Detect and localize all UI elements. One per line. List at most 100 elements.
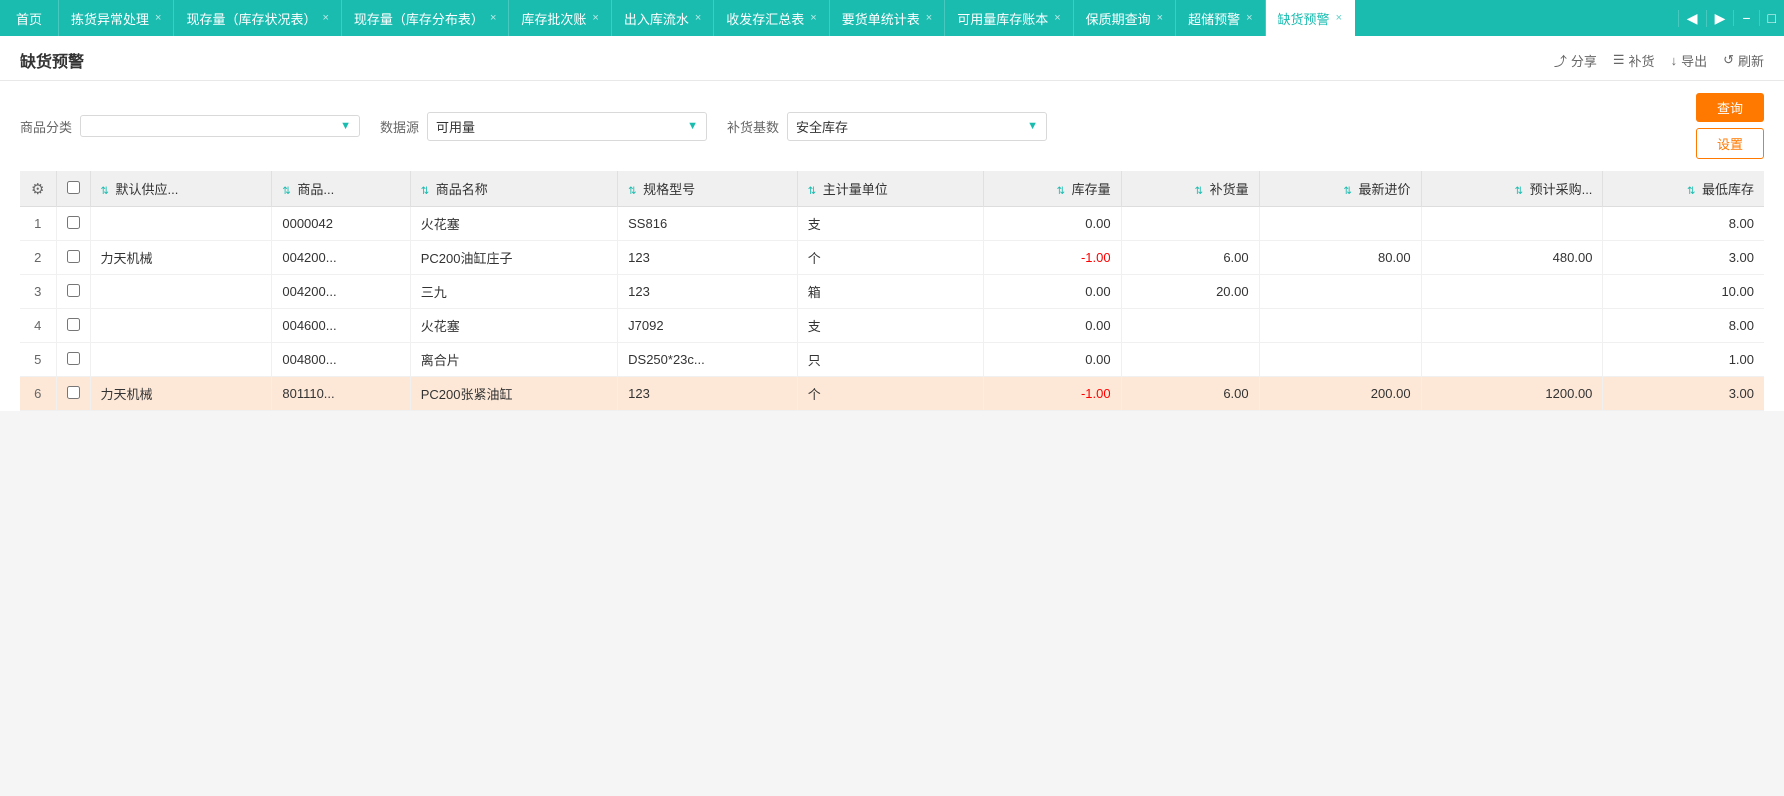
share-label: 分享 bbox=[1571, 51, 1597, 70]
nav-tab-tab-abnormal[interactable]: 拣货异常处理× bbox=[59, 0, 174, 36]
row-checkbox[interactable] bbox=[67, 216, 80, 229]
replenish-base-select[interactable]: 安全库存 ▼ bbox=[787, 112, 1047, 141]
close-tab-btn[interactable]: × bbox=[810, 12, 816, 24]
nav-tab-tab-overstock[interactable]: 超储预警× bbox=[1176, 0, 1265, 36]
latest-price-sort-icon: ⇅ bbox=[1344, 186, 1352, 197]
name-sort-icon: ⇅ bbox=[421, 186, 429, 197]
row-checkbox[interactable] bbox=[67, 386, 80, 399]
row-checkbox-cell[interactable] bbox=[56, 241, 90, 275]
row-latest-price: 200.00 bbox=[1259, 377, 1421, 411]
stock-sort-icon: ⇅ bbox=[1057, 186, 1065, 197]
page-title: 缺货预警 bbox=[20, 48, 84, 72]
category-chevron-icon: ▼ bbox=[340, 120, 351, 132]
row-checkbox[interactable] bbox=[67, 284, 80, 297]
row-checkbox-cell[interactable] bbox=[56, 377, 90, 411]
replenish-btn[interactable]: ☰ 补货 bbox=[1613, 51, 1655, 70]
col-replenish-label: 补货量 bbox=[1210, 182, 1249, 197]
nav-tab-tab-stock-dist[interactable]: 现存量（库存分布表）× bbox=[342, 0, 509, 36]
close-tab-btn[interactable]: × bbox=[695, 12, 701, 24]
row-code: 004200... bbox=[272, 241, 410, 275]
query-button[interactable]: 查询 bbox=[1696, 93, 1764, 122]
page-header: 缺货预警 ⤴ 分享 ☰ 补货 ↓ 导出 ↺ 刷新 bbox=[0, 36, 1784, 81]
row-stock: 0.00 bbox=[983, 275, 1121, 309]
col-supplier-header[interactable]: ⇅ 默认供应... bbox=[90, 171, 272, 207]
row-checkbox-cell[interactable] bbox=[56, 275, 90, 309]
col-latest-price-label: 最新进价 bbox=[1359, 182, 1411, 197]
row-latest-price bbox=[1259, 309, 1421, 343]
row-est-purchase bbox=[1421, 309, 1603, 343]
datasource-select[interactable]: 可用量 ▼ bbox=[427, 112, 707, 141]
share-btn[interactable]: ⤴ 分享 bbox=[1554, 51, 1597, 70]
col-est-purchase-header[interactable]: ⇅ 预计采购... bbox=[1421, 171, 1603, 207]
row-stock: -1.00 bbox=[983, 241, 1121, 275]
row-name: PC200张紧油缸 bbox=[410, 377, 617, 411]
settings-button[interactable]: 设置 bbox=[1696, 128, 1764, 159]
category-select[interactable]: ▼ bbox=[80, 115, 360, 137]
row-replenish: 6.00 bbox=[1121, 377, 1259, 411]
row-name: 火花塞 bbox=[410, 207, 617, 241]
col-latest-price-header[interactable]: ⇅ 最新进价 bbox=[1259, 171, 1421, 207]
nav-tab-tab-batch[interactable]: 库存批次账× bbox=[509, 0, 611, 36]
row-checkbox[interactable] bbox=[67, 250, 80, 263]
table-row: 3 004200... 三九 123 箱 0.00 20.00 10.00 bbox=[20, 275, 1764, 309]
replenish-base-filter-group: 补货基数 安全库存 ▼ bbox=[727, 112, 1047, 141]
row-checkbox[interactable] bbox=[67, 352, 80, 365]
nav-tab-tab-shortage[interactable]: 缺货预警× bbox=[1266, 0, 1355, 36]
col-code-header[interactable]: ⇅ 商品... bbox=[272, 171, 410, 207]
close-tab-btn[interactable]: × bbox=[592, 12, 598, 24]
row-checkbox-cell[interactable] bbox=[56, 309, 90, 343]
close-tab-btn[interactable]: × bbox=[155, 12, 161, 24]
nav-next-btn[interactable]: ▶ bbox=[1706, 10, 1734, 27]
replenish-label: 补货 bbox=[1629, 51, 1655, 70]
col-unit-header[interactable]: ⇅ 主计量单位 bbox=[797, 171, 983, 207]
nav-arrows: ◀ ▶ − □ bbox=[1678, 10, 1784, 27]
category-filter-group: 商品分类 ▼ bbox=[20, 115, 360, 137]
nav-home[interactable]: 首页 bbox=[0, 0, 59, 36]
nav-tab-tab-inout[interactable]: 出入库流水× bbox=[612, 0, 714, 36]
table-row: 6 力天机械 801110... PC200张紧油缸 123 个 -1.00 6… bbox=[20, 377, 1764, 411]
table-row: 2 力天机械 004200... PC200油缸庄子 123 个 -1.00 6… bbox=[20, 241, 1764, 275]
col-name-header[interactable]: ⇅ 商品名称 bbox=[410, 171, 617, 207]
filter-actions: 查询 设置 bbox=[1696, 93, 1764, 159]
row-checkbox-cell[interactable] bbox=[56, 207, 90, 241]
close-tab-btn[interactable]: × bbox=[490, 12, 496, 24]
col-unit-label: 主计量单位 bbox=[823, 182, 888, 197]
close-tab-btn[interactable]: × bbox=[1246, 12, 1252, 24]
refresh-btn[interactable]: ↺ 刷新 bbox=[1723, 51, 1764, 70]
nav-tab-tab-stock-status[interactable]: 现存量（库存状况表）× bbox=[174, 0, 341, 36]
table-header: ⚙ ⇅ 默认供应... ⇅ 商品... ⇅ 商品名称 bbox=[20, 171, 1764, 207]
col-stock-header[interactable]: ⇅ 库存量 bbox=[983, 171, 1121, 207]
row-checkbox[interactable] bbox=[67, 318, 80, 331]
unit-sort-icon: ⇅ bbox=[808, 186, 816, 197]
nav-window-max-btn[interactable]: □ bbox=[1759, 10, 1784, 26]
col-gear-header[interactable]: ⚙ bbox=[20, 171, 56, 207]
nav-prev-btn[interactable]: ◀ bbox=[1678, 10, 1706, 27]
row-supplier bbox=[90, 275, 272, 309]
col-min-stock-header[interactable]: ⇅ 最低库存 bbox=[1603, 171, 1764, 207]
row-replenish: 6.00 bbox=[1121, 241, 1259, 275]
nav-tab-tab-expiry[interactable]: 保质期查询× bbox=[1074, 0, 1176, 36]
select-all-checkbox[interactable] bbox=[67, 181, 80, 194]
row-name: PC200油缸庄子 bbox=[410, 241, 617, 275]
nav-tab-tab-available[interactable]: 可用量库存账本× bbox=[945, 0, 1073, 36]
row-checkbox-cell[interactable] bbox=[56, 343, 90, 377]
nav-tab-tab-demand[interactable]: 要货单统计表× bbox=[830, 0, 945, 36]
column-settings-icon[interactable]: ⚙ bbox=[31, 181, 44, 198]
close-tab-btn[interactable]: × bbox=[1157, 12, 1163, 24]
export-btn[interactable]: ↓ 导出 bbox=[1671, 51, 1708, 70]
close-tab-btn[interactable]: × bbox=[1054, 12, 1060, 24]
row-unit: 箱 bbox=[797, 275, 983, 309]
row-code: 004200... bbox=[272, 275, 410, 309]
nav-tab-tab-collect[interactable]: 收发存汇总表× bbox=[714, 0, 829, 36]
close-tab-btn[interactable]: × bbox=[1336, 12, 1342, 24]
close-tab-btn[interactable]: × bbox=[322, 12, 328, 24]
col-spec-header[interactable]: ⇅ 规格型号 bbox=[618, 171, 798, 207]
row-name: 离合片 bbox=[410, 343, 617, 377]
row-min-stock: 3.00 bbox=[1603, 241, 1764, 275]
col-replenish-header[interactable]: ⇅ 补货量 bbox=[1121, 171, 1259, 207]
col-checkbox-header[interactable] bbox=[56, 171, 90, 207]
close-tab-btn[interactable]: × bbox=[926, 12, 932, 24]
nav-window-min-btn[interactable]: − bbox=[1733, 10, 1758, 26]
row-replenish bbox=[1121, 207, 1259, 241]
row-seq: 3 bbox=[20, 275, 56, 309]
